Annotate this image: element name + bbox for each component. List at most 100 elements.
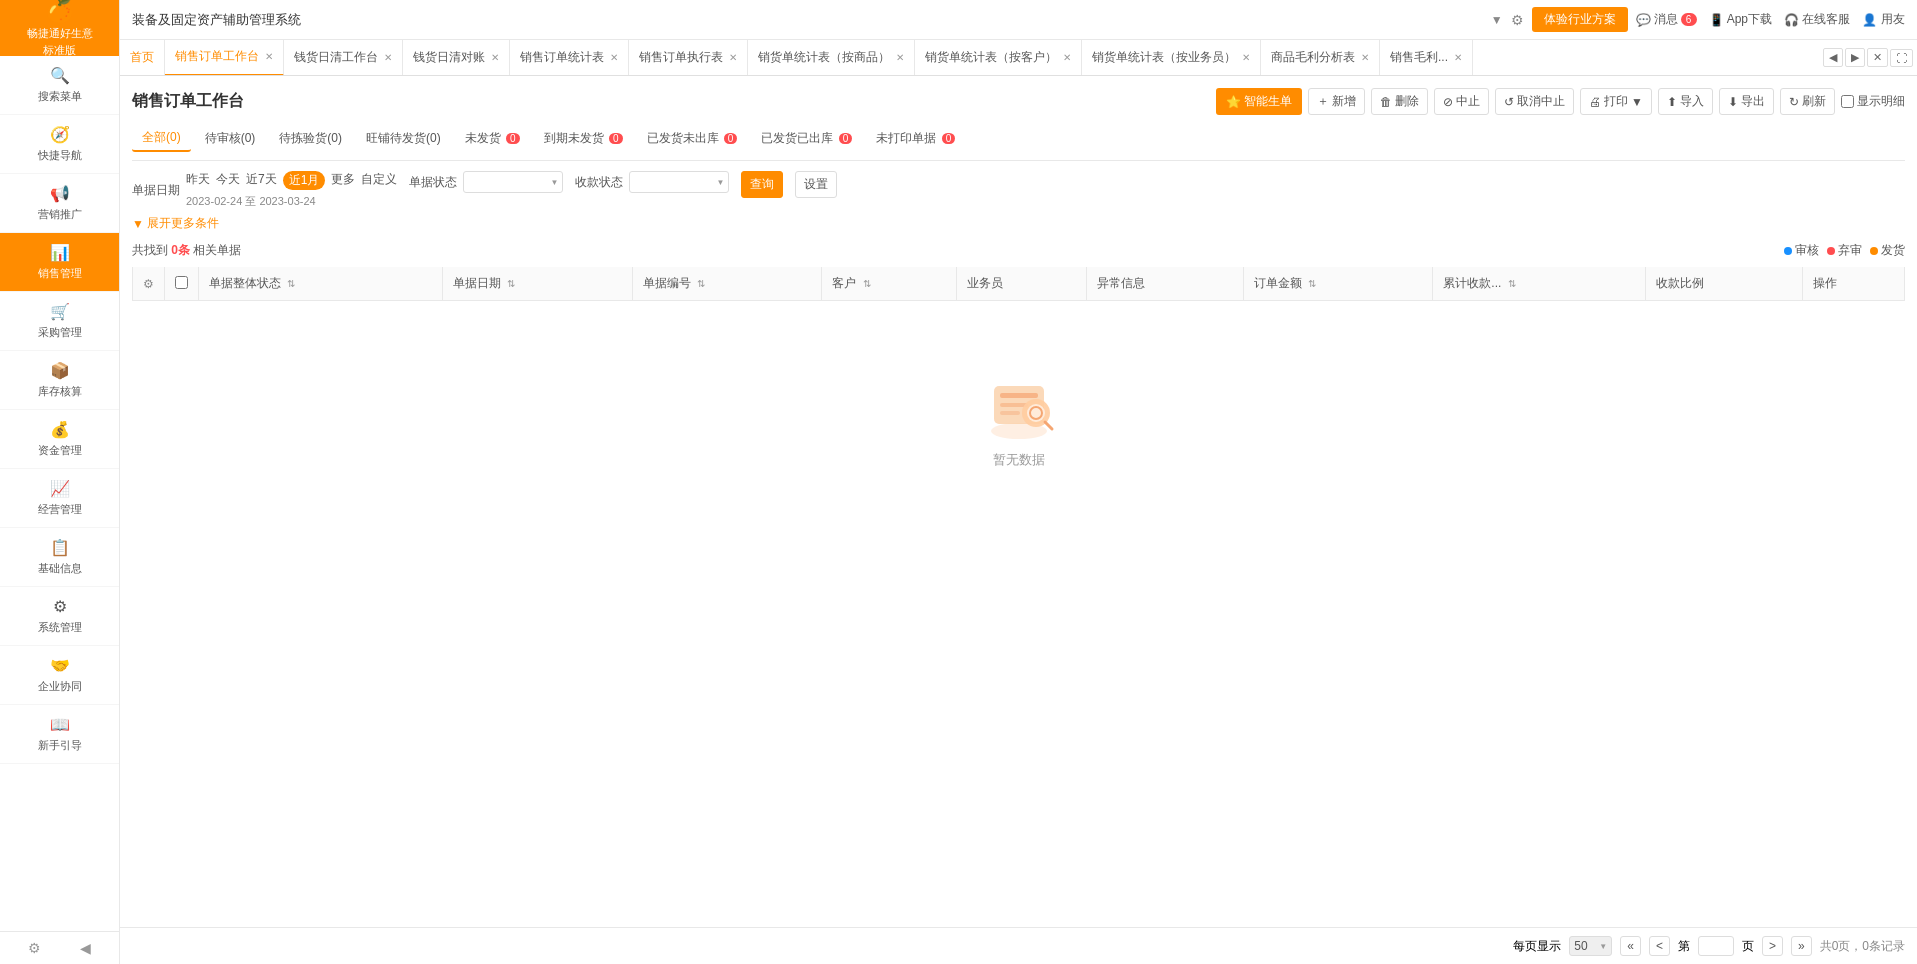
prev-page-btn[interactable]: < [1649, 936, 1670, 956]
tab-sales-by-customer[interactable]: 销货单统计表（按客户） ✕ [915, 40, 1082, 76]
tab-scroll-left-btn[interactable]: ◀ [1823, 48, 1843, 67]
cancel-stop-btn[interactable]: ↺ 取消中止 [1495, 88, 1574, 115]
ship-dot-icon [1870, 247, 1878, 255]
status-label: 单据状态 [409, 174, 457, 191]
today-btn[interactable]: 今天 [216, 171, 240, 190]
import-btn[interactable]: ⬆ 导入 [1658, 88, 1713, 115]
custom-btn[interactable]: 自定义 [361, 171, 397, 190]
sub-tab-wangpu-pending[interactable]: 旺铺待发货(0) [356, 126, 451, 151]
refresh-btn[interactable]: ↻ 刷新 [1780, 88, 1835, 115]
show-detail-label[interactable]: 显示明细 [1841, 93, 1905, 110]
yesterday-btn[interactable]: 昨天 [186, 171, 210, 190]
system-dropdown-icon[interactable]: ▼ [1491, 13, 1503, 27]
tab-close-all-btn[interactable]: ✕ [1867, 48, 1888, 67]
smart-create-btn[interactable]: ⭐ 智能生单 [1216, 88, 1302, 115]
next-page-btn[interactable]: > [1762, 936, 1783, 956]
user-area[interactable]: 👤 用友 [1862, 11, 1905, 28]
sort-icon[interactable]: ⇅ [863, 278, 871, 289]
tab-fullscreen-btn[interactable]: ⛶ [1890, 49, 1913, 67]
sub-tab-pending-inspection[interactable]: 待拣验货(0) [269, 126, 352, 151]
stop-btn[interactable]: ⊘ 中止 [1434, 88, 1489, 115]
sub-tab-not-shipped[interactable]: 未发货 0 [455, 126, 530, 151]
tab-sales-by-staff[interactable]: 销货单统计表（按业务员） ✕ [1082, 40, 1261, 76]
week-btn[interactable]: 近7天 [246, 171, 277, 190]
sort-icon[interactable]: ⇅ [697, 278, 705, 289]
tab-close-icon[interactable]: ✕ [1361, 52, 1369, 63]
query-btn[interactable]: 查询 [741, 171, 783, 198]
tab-sales-stats[interactable]: 销售订单统计表 ✕ [510, 40, 629, 76]
bulk-ship-btn[interactable]: 发货 [1870, 242, 1905, 259]
app-download-btn[interactable]: 📱 App下载 [1709, 11, 1772, 28]
sub-tab-pending-review[interactable]: 待审核(0) [195, 126, 266, 151]
tab-close-icon[interactable]: ✕ [729, 52, 737, 63]
select-all-checkbox[interactable] [175, 276, 188, 289]
tab-close-icon[interactable]: ✕ [1242, 52, 1250, 63]
sidebar-item-inventory[interactable]: 📦 库存核算 [0, 351, 119, 410]
settings-filter-btn[interactable]: 设置 [795, 171, 837, 198]
tab-sales-gross[interactable]: 销售毛利... ✕ [1380, 40, 1473, 76]
month-btn[interactable]: 近1月 [283, 171, 326, 190]
tab-sales-execute[interactable]: 销售订单执行表 ✕ [629, 40, 748, 76]
message-btn[interactable]: 💬 消息 6 [1636, 11, 1697, 28]
sidebar-item-basicinfo[interactable]: 📋 基础信息 [0, 528, 119, 587]
sort-icon[interactable]: ⇅ [1308, 278, 1316, 289]
add-btn[interactable]: ＋ 新增 [1308, 88, 1365, 115]
industry-btn[interactable]: 体验行业方案 [1532, 7, 1628, 32]
sidebar-item-finance[interactable]: 💰 资金管理 [0, 410, 119, 469]
payment-select[interactable] [629, 171, 729, 193]
tab-close-icon[interactable]: ✕ [610, 52, 618, 63]
delete-btn[interactable]: 🗑 删除 [1371, 88, 1428, 115]
sidebar-item-guide[interactable]: 📖 新手引导 [0, 705, 119, 764]
tab-close-icon[interactable]: ✕ [384, 52, 392, 63]
last-page-btn[interactable]: » [1791, 936, 1812, 956]
tab-daily-clearing[interactable]: 钱货日清工作台 ✕ [284, 40, 403, 76]
bulk-cancel-review-btn[interactable]: 弃审 [1827, 242, 1862, 259]
header-settings-icon[interactable]: ⚙ [1511, 12, 1524, 28]
tab-close-icon[interactable]: ✕ [1454, 52, 1462, 63]
sidebar-item-operations[interactable]: 📈 经营管理 [0, 469, 119, 528]
sort-icon[interactable]: ⇅ [1508, 278, 1516, 289]
bulk-review-btn[interactable]: 审核 [1784, 242, 1819, 259]
sub-tab-shipped-out[interactable]: 已发货已出库 0 [751, 126, 862, 151]
tab-close-icon[interactable]: ✕ [1063, 52, 1071, 63]
sort-icon[interactable]: ⇅ [507, 278, 515, 289]
tab-gross-profit[interactable]: 商品毛利分析表 ✕ [1261, 40, 1380, 76]
sub-tab-shipped-not-out[interactable]: 已发货未出库 0 [637, 126, 748, 151]
sidebar-item-sales[interactable]: 📊 销售管理 [0, 233, 119, 292]
col-settings[interactable]: ⚙ [133, 267, 165, 301]
sidebar-settings-btn[interactable]: ⚙ [28, 940, 41, 956]
tab-scroll-right-btn[interactable]: ▶ [1845, 48, 1865, 67]
sub-tab-overdue-not-shipped[interactable]: 到期未发货 0 [534, 126, 633, 151]
sub-tab-not-printed[interactable]: 未打印单据 0 [866, 126, 965, 151]
sidebar-item-search[interactable]: 🔍 搜索菜单 [0, 56, 119, 115]
sidebar-collapse-btn[interactable]: ◀ [80, 940, 91, 956]
sub-tab-all[interactable]: 全部(0) [132, 125, 191, 152]
tab-label: 商品毛利分析表 [1271, 49, 1355, 66]
export-btn[interactable]: ⬇ 导出 [1719, 88, 1774, 115]
sidebar-item-marketing[interactable]: 📢 营销推广 [0, 174, 119, 233]
tab-close-icon[interactable]: ✕ [491, 52, 499, 63]
sort-icon[interactable]: ⇅ [287, 278, 295, 289]
page-size-select[interactable]: 10 20 50 100 [1569, 936, 1612, 956]
tab-sales-workbench[interactable]: 销售订单工作台 ✕ [165, 40, 284, 76]
expand-conditions-btn[interactable]: ▼ 展开更多条件 [132, 215, 219, 232]
online-service-btn[interactable]: 🎧 在线客服 [1784, 11, 1850, 28]
show-detail-checkbox[interactable] [1841, 95, 1854, 108]
first-page-btn[interactable]: « [1620, 936, 1641, 956]
more-btn[interactable]: 更多 [331, 171, 355, 190]
print-btn[interactable]: 🖨 打印 ▼ [1580, 88, 1652, 115]
status-select-wrapper [463, 171, 563, 193]
page-input[interactable]: 1 [1698, 936, 1734, 956]
sidebar-item-purchase[interactable]: 🛒 采购管理 [0, 292, 119, 351]
sidebar-item-quicknav[interactable]: 🧭 快捷导航 [0, 115, 119, 174]
sidebar-item-cooperation[interactable]: 🤝 企业协同 [0, 646, 119, 705]
column-settings-icon[interactable]: ⚙ [143, 277, 154, 291]
tab-label: 销货单统计表（按客户） [925, 49, 1057, 66]
tab-close-icon[interactable]: ✕ [896, 52, 904, 63]
tab-account-reconciliation[interactable]: 钱货日清对账 ✕ [403, 40, 510, 76]
status-select[interactable] [463, 171, 563, 193]
sidebar-item-system[interactable]: ⚙ 系统管理 [0, 587, 119, 646]
tab-sales-by-product[interactable]: 销货单统计表（按商品） ✕ [748, 40, 915, 76]
tab-home[interactable]: 首页 [120, 40, 165, 76]
tab-close-icon[interactable]: ✕ [265, 51, 273, 62]
